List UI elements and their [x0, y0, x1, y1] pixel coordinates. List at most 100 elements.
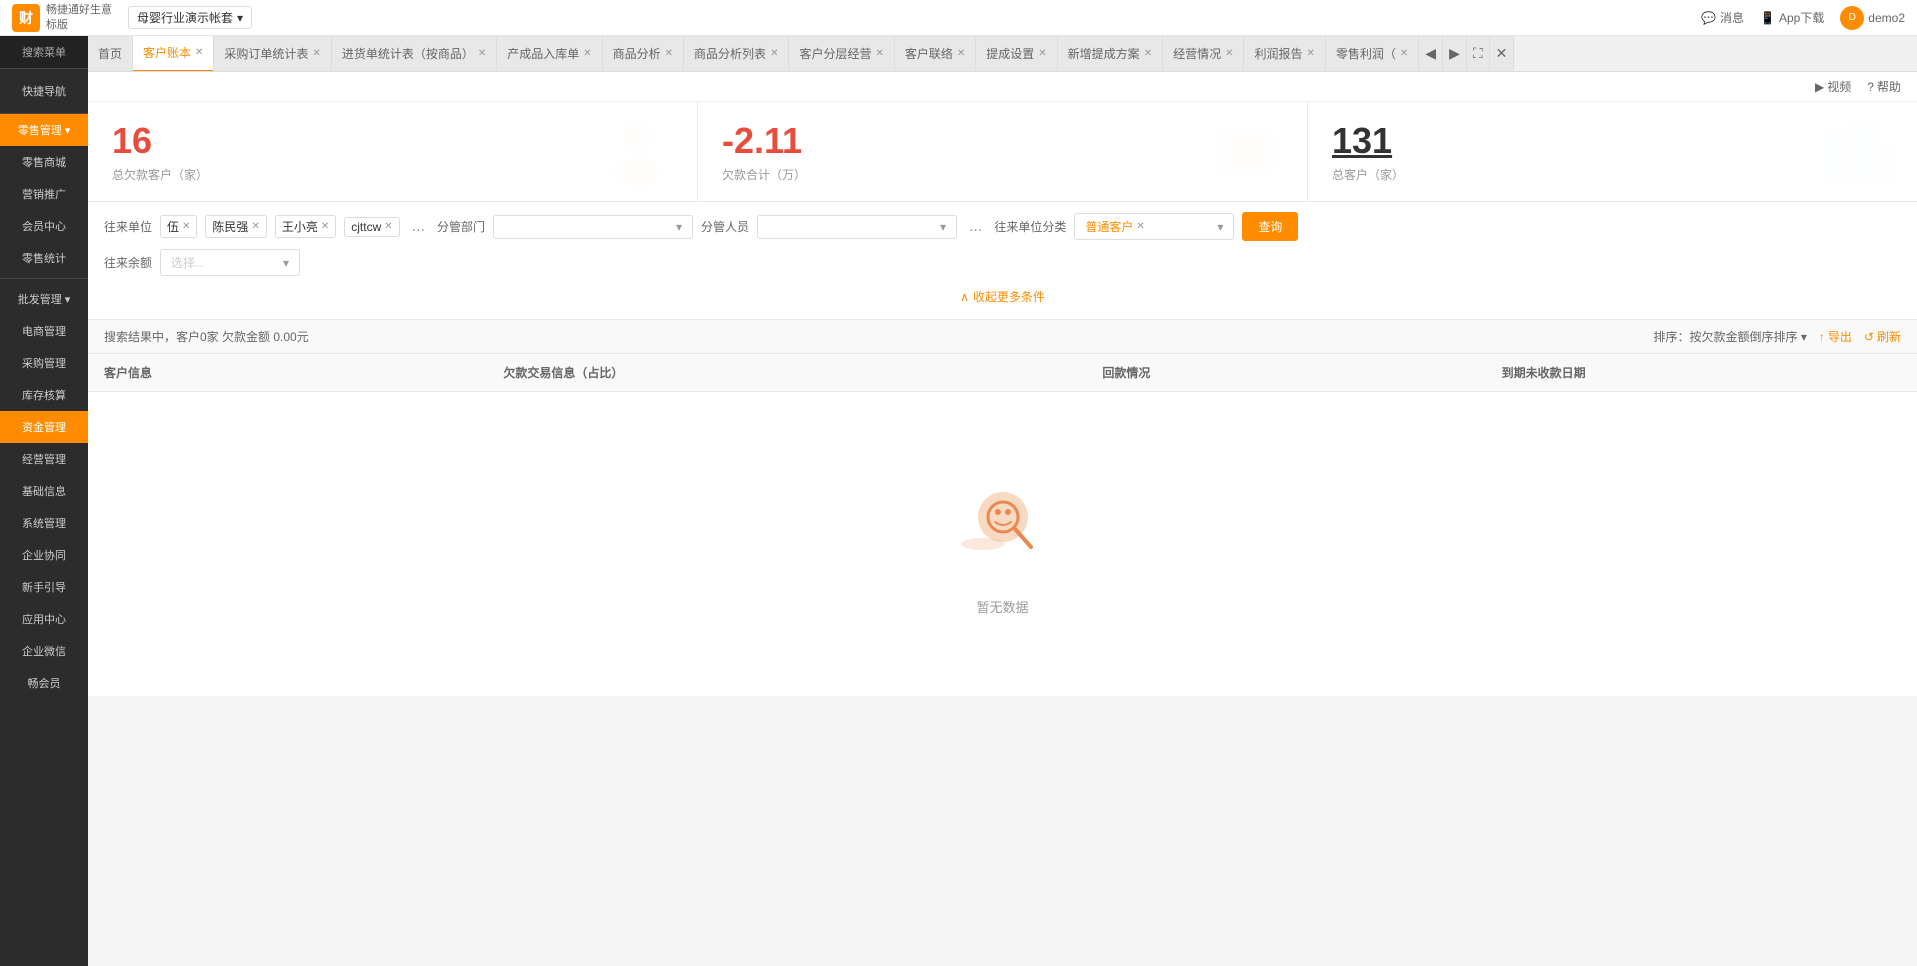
- label-dept: 分管部门: [437, 218, 485, 235]
- tab-home[interactable]: 首页: [88, 36, 133, 72]
- sidebar-item-member-center[interactable]: 会员中心: [0, 210, 88, 242]
- balance-placeholder: 选择...: [171, 254, 205, 271]
- message-icon: 💬: [1701, 11, 1716, 25]
- stat-value-total-customers: 16: [112, 120, 208, 162]
- tag-wang[interactable]: 王小亮 ✕: [275, 215, 336, 238]
- chevron-up-icon: ∧: [960, 290, 969, 304]
- stat-content-3: 131 总客户（家）: [1332, 120, 1404, 183]
- tab-product-analysis-list[interactable]: 商品分析列表 ✕: [684, 36, 789, 72]
- sidebar-item-marketing[interactable]: 营销推广: [0, 178, 88, 210]
- query-button[interactable]: 查询: [1242, 212, 1298, 241]
- tab-purchase-order-stats[interactable]: 采购订单统计表 ✕: [214, 36, 331, 72]
- tab-close-inbound[interactable]: ✕: [478, 48, 486, 59]
- tab-close-purchase-order[interactable]: ✕: [312, 48, 320, 59]
- tab-close-retail-profit[interactable]: ✕: [1400, 48, 1408, 59]
- tab-maximize[interactable]: ⛶: [1467, 36, 1490, 72]
- top-action-buttons: ▶ 视频 ? 帮助: [1815, 78, 1901, 95]
- balance-dropdown[interactable]: 选择... ▾: [160, 249, 300, 276]
- help-button[interactable]: ? 帮助: [1867, 78, 1901, 95]
- tab-add-boost-plan[interactable]: 新增提成方案 ✕: [1058, 36, 1163, 72]
- table-col-customer-info: 客户信息: [104, 364, 503, 381]
- tag-close-chen[interactable]: ✕: [251, 221, 259, 232]
- sidebar-item-app-center[interactable]: 应用中心: [0, 603, 88, 635]
- tab-close-add-boost-plan[interactable]: ✕: [1144, 48, 1152, 59]
- tab-boost-settings[interactable]: 提成设置 ✕: [976, 36, 1057, 72]
- chevron-down-icon-sort[interactable]: ▾: [1801, 330, 1807, 344]
- dept-dropdown[interactable]: ▾: [493, 215, 693, 239]
- sidebar-item-finance-mgmt[interactable]: 资金管理: [0, 411, 88, 443]
- sidebar-item-ecommerce-mgmt[interactable]: 电商管理: [0, 315, 88, 347]
- tab-close-product-analysis-list[interactable]: ✕: [770, 48, 778, 59]
- refresh-button[interactable]: ↺ 刷新: [1864, 328, 1901, 345]
- stat-bg-3: [1797, 102, 1917, 201]
- stat-value-all-customers[interactable]: 131: [1332, 120, 1404, 162]
- tab-product-inbound[interactable]: 产成品入库单 ✕: [497, 36, 602, 72]
- logo-text: 畅捷通好生意 标版: [46, 3, 112, 32]
- filter-more-person[interactable]: ...: [965, 218, 986, 236]
- sidebar-item-quick-nav[interactable]: 快捷导航: [0, 75, 88, 107]
- tab-close-product-inbound[interactable]: ✕: [583, 48, 591, 59]
- export-button[interactable]: ↑ 导出: [1819, 328, 1852, 345]
- user-menu[interactable]: D demo2: [1840, 6, 1905, 30]
- app-download-button[interactable]: 📱 App下载: [1760, 9, 1824, 26]
- label-person: 分管人员: [701, 218, 749, 235]
- tab-business-status[interactable]: 经营情况 ✕: [1163, 36, 1244, 72]
- person-dropdown[interactable]: ▾: [757, 215, 957, 239]
- sidebar-item-vip-member[interactable]: 畅会员: [0, 667, 88, 699]
- sidebar-item-business-mgmt[interactable]: 经营管理: [0, 443, 88, 475]
- sidebar-item-inventory-check[interactable]: 库存核算: [0, 379, 88, 411]
- tab-close-all[interactable]: ✕: [1490, 36, 1515, 72]
- content-area: 首页 客户账本 ✕ 采购订单统计表 ✕ 进货单统计表（按商品） ✕ 产成品入库单…: [88, 36, 1917, 966]
- sidebar-item-basic-info[interactable]: 基础信息: [0, 475, 88, 507]
- collapse-button[interactable]: ∧ 收起更多条件: [104, 284, 1901, 309]
- sidebar-item-new-guide[interactable]: 新手引导: [0, 571, 88, 603]
- tag-normal-customer[interactable]: 普通客户 ✕: [1085, 218, 1144, 235]
- tag-close-cjttcw[interactable]: ✕: [384, 221, 392, 232]
- tab-customer-contact[interactable]: 客户联络 ✕: [895, 36, 976, 72]
- tab-retail-profit[interactable]: 零售利润（ ✕: [1326, 36, 1419, 72]
- sidebar-item-retail-mgmt[interactable]: 零售管理 ▾: [0, 114, 88, 146]
- sidebar: 搜索菜单 快捷导航 零售管理 ▾ 零售商城 营销推广 会员中心 零售统计 批发管…: [0, 36, 88, 966]
- sidebar-item-system-mgmt[interactable]: 系统管理: [0, 507, 88, 539]
- tab-profit-report[interactable]: 利润报告 ✕: [1244, 36, 1325, 72]
- stat-content-2: -2.11 欠款合计（万）: [722, 120, 806, 183]
- tab-close-product-analysis[interactable]: ✕: [665, 48, 673, 59]
- tag-close-wang[interactable]: ✕: [321, 221, 329, 232]
- sidebar-item-retail-mall[interactable]: 零售商城: [0, 146, 88, 178]
- tag-close-wu[interactable]: ✕: [182, 221, 190, 232]
- tab-customer-tier[interactable]: 客户分层经营 ✕: [789, 36, 894, 72]
- tab-inbound-stats[interactable]: 进货单统计表（按商品） ✕: [332, 36, 497, 72]
- stat-bg-1: [577, 102, 697, 201]
- tab-close-business-status[interactable]: ✕: [1225, 48, 1233, 59]
- tag-cjttcw[interactable]: cjttcw ✕: [344, 217, 399, 237]
- sidebar-item-wholesale-mgmt[interactable]: 批发管理 ▾: [0, 283, 88, 315]
- tab-product-analysis[interactable]: 商品分析 ✕: [603, 36, 684, 72]
- chevron-down-icon-4: ▾: [283, 256, 289, 270]
- sidebar-item-enterprise-wechat[interactable]: 企业微信: [0, 635, 88, 667]
- tab-close-boost-settings[interactable]: ✕: [1038, 48, 1046, 59]
- sidebar-item-purchase-mgmt[interactable]: 采购管理: [0, 347, 88, 379]
- tag-close-category[interactable]: ✕: [1136, 221, 1144, 232]
- tab-customer-accounts[interactable]: 客户账本 ✕: [133, 36, 214, 72]
- sidebar-item-retail-stats[interactable]: 零售统计: [0, 242, 88, 274]
- tab-close-profit-report[interactable]: ✕: [1307, 48, 1315, 59]
- stat-label-all-customers: 总客户（家）: [1332, 166, 1404, 183]
- sidebar-item-enterprise-collab[interactable]: 企业协同: [0, 539, 88, 571]
- tab-nav-next[interactable]: ▶: [1443, 36, 1467, 72]
- tab-nav-prev[interactable]: ◀: [1419, 36, 1443, 72]
- tab-close-customer-contact[interactable]: ✕: [957, 48, 965, 59]
- tab-close-customer-accounts[interactable]: ✕: [195, 47, 203, 58]
- category-dropdown[interactable]: 普通客户 ✕ ▾: [1074, 213, 1234, 240]
- filter-more-units[interactable]: ...: [408, 218, 429, 236]
- sidebar-search[interactable]: 搜索菜单: [0, 36, 88, 69]
- chevron-down-icon: ▾: [676, 220, 682, 234]
- chevron-down-icon: ▾: [237, 11, 243, 25]
- tag-wu[interactable]: 伍 ✕: [160, 215, 197, 238]
- logo-area: 财 畅捷通好生意 标版: [12, 3, 112, 32]
- message-button[interactable]: 💬 消息: [1701, 9, 1744, 26]
- store-selector[interactable]: 母婴行业演示帐套 ▾: [128, 6, 252, 29]
- tag-chen[interactable]: 陈民强 ✕: [205, 215, 266, 238]
- video-button[interactable]: ▶ 视频: [1815, 78, 1851, 95]
- table-col-due-date: 到期未收款日期: [1502, 364, 1901, 381]
- tab-close-customer-tier[interactable]: ✕: [875, 48, 883, 59]
